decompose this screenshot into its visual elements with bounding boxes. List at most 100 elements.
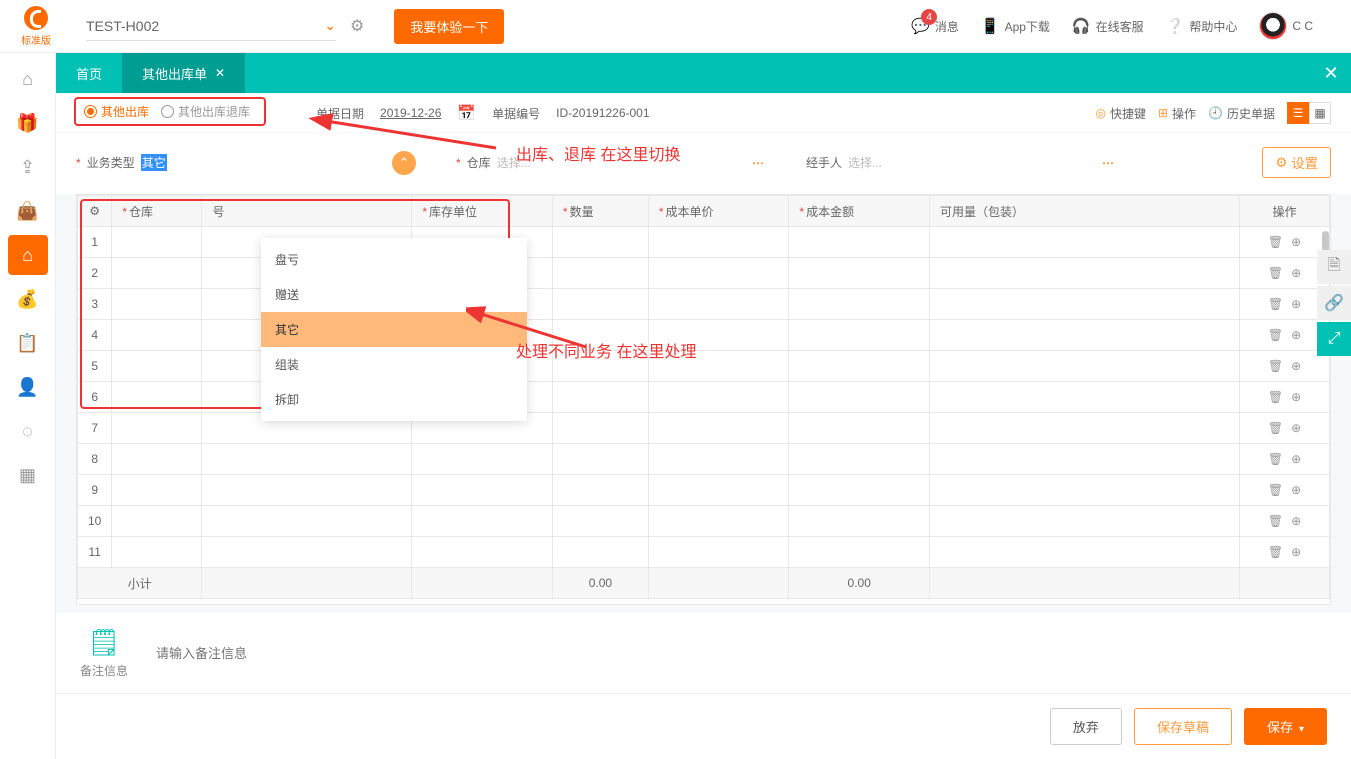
table-row[interactable]: 10🗑⊕ [78,506,1330,537]
copy-icon[interactable]: ⊕ [1291,297,1301,311]
col-ops: 操作 [1240,196,1330,227]
handler-label: 经手人 [806,154,842,171]
history-link[interactable]: 🕘历史单据 [1208,105,1275,122]
more-icon[interactable]: ⋯ [1102,156,1116,170]
nav-gift-icon[interactable]: 🎁 [8,103,48,143]
col-avail: 可用量（包装） [930,196,1240,227]
nav-money-icon[interactable]: 💰 [8,279,48,319]
delete-icon[interactable]: 🗑 [1268,421,1283,435]
delete-icon[interactable]: 🗑 [1268,328,1283,342]
copy-icon[interactable]: ⊕ [1291,328,1301,342]
view-list-icon[interactable]: ☰ [1287,102,1309,124]
docno-label: 单据编号 [492,105,540,122]
option-zuzhuang[interactable]: 组装 [261,347,527,382]
messages-link[interactable]: 💬 消息 4 [911,17,959,35]
col-amount: *成本金额 [789,196,930,227]
dock-expand-icon[interactable]: ⤢ [1317,322,1351,356]
nav-new-icon[interactable]: ▦ [8,455,48,495]
remark-input[interactable] [156,646,1327,661]
org-selector-value: TEST-H002 [86,18,159,34]
dock-note-icon[interactable]: 🗎 [1317,250,1351,284]
delete-icon[interactable]: 🗑 [1268,297,1283,311]
copy-icon[interactable]: ⊕ [1291,514,1301,528]
warehouse-placeholder: 选择... [497,154,746,171]
col-gear[interactable]: ⚙ [78,196,112,227]
app-download-link[interactable]: 📱 App下载 [981,17,1050,35]
copy-icon[interactable]: ⊕ [1291,483,1301,497]
copy-icon[interactable]: ⊕ [1291,390,1301,404]
nav-bag-icon[interactable]: 👜 [8,191,48,231]
option-qita[interactable]: 其它 [261,312,527,347]
delete-icon[interactable]: 🗑 [1268,452,1283,466]
view-grid-icon[interactable]: ▦ [1309,102,1331,124]
calendar-icon[interactable]: 📅 [457,104,476,122]
copy-icon[interactable]: ⊕ [1291,359,1301,373]
save-draft-button[interactable]: 保存草稿 [1134,708,1232,745]
delete-icon[interactable]: 🗑 [1268,483,1283,497]
radio-return[interactable]: 其他出库退库 [161,103,250,120]
option-zengsong[interactable]: 赠送 [261,277,527,312]
warehouse-field[interactable]: * 仓库 选择... ⋯ [456,154,766,171]
date-value[interactable]: 2019-12-26 [380,106,441,120]
subtotal-row: 小计 0.00 0.00 [78,568,1330,599]
shortcut-link[interactable]: ◎快捷键 [1095,105,1146,122]
row-ops: 🗑⊕ [1240,382,1330,413]
table-row[interactable]: 11🗑⊕ [78,537,1330,568]
nav-clipboard-icon[interactable]: 📋 [8,323,48,363]
copy-icon[interactable]: ⊕ [1291,421,1301,435]
help-link[interactable]: ❔ 帮助中心 [1166,17,1238,35]
copy-icon[interactable]: ⊕ [1291,452,1301,466]
gear-icon: ⚙ [1275,155,1287,171]
docno-value: ID-20191226-001 [556,106,649,120]
nav-sync-icon[interactable]: ◌ [8,411,48,451]
close-icon[interactable]: ✕ [215,66,225,80]
copy-icon[interactable]: ⊕ [1291,545,1301,559]
table-row[interactable]: 8 🗑 ⊕ [78,444,1330,475]
support-link[interactable]: 🎧 在线客服 [1072,17,1144,35]
radio-outbound[interactable]: 其他出库 [84,103,149,120]
gear-icon[interactable]: ⚙ [350,16,364,36]
option-pankui[interactable]: 盘亏 [261,242,527,277]
org-selector[interactable]: TEST-H002 ⌄ [86,11,336,41]
operate-link[interactable]: ⊞操作 [1158,105,1196,122]
remark-icon-block: 🗒 备注信息 [80,627,128,679]
nav-home-icon[interactable]: ⌂ [8,59,48,99]
tab-home[interactable]: 首页 [56,53,122,93]
try-button[interactable]: 我要体验一下 [394,9,504,44]
biztype-field[interactable]: * 业务类型 其它 ⌃ [76,151,416,175]
delete-icon[interactable]: 🗑 [1268,235,1283,249]
nav-contact-icon[interactable]: 👤 [8,367,48,407]
copy-icon[interactable]: ⊕ [1291,235,1301,249]
nav-warehouse-icon[interactable]: ⌂ [8,235,48,275]
logo-icon [24,6,48,30]
copy-icon[interactable]: ⊕ [1291,266,1301,280]
row-index: 8 [78,444,112,475]
user-menu[interactable]: C C [1259,12,1313,40]
settings-button[interactable]: ⚙ 设置 [1262,147,1331,178]
save-button[interactable]: 保存▾ [1244,708,1327,745]
tab-other-outbound[interactable]: 其他出库单 ✕ [122,53,245,93]
remark-title: 备注信息 [80,662,128,679]
delete-icon[interactable]: 🗑 [1268,514,1283,528]
row-index: 9 [78,475,112,506]
row-index: 5 [78,351,112,382]
delete-icon[interactable]: 🗑 [1268,266,1283,280]
discard-button[interactable]: 放弃 [1050,708,1122,745]
headset-icon: 🎧 [1072,17,1091,35]
logo: 标准版 [16,6,56,47]
delete-icon[interactable]: 🗑 [1268,359,1283,373]
col-suffix: 号 [202,196,412,227]
handler-field[interactable]: 经手人 选择... ⋯ [806,154,1116,171]
close-all-tabs[interactable]: ✕ [1311,53,1351,93]
table-row[interactable]: 9 🗑 ⊕ [78,475,1330,506]
delete-icon[interactable]: 🗑 [1268,545,1283,559]
biztype-value: 其它 [141,154,167,171]
option-chaixie[interactable]: 拆卸 [261,382,527,417]
chevron-up-icon[interactable]: ⌃ [392,151,416,175]
delete-icon[interactable]: 🗑 [1268,390,1283,404]
help-label: 帮助中心 [1189,18,1237,35]
nav-up-icon[interactable]: ⇪ [8,147,48,187]
dock-link-icon[interactable]: 🔗 [1317,286,1351,320]
chevron-down-icon: ⌄ [324,17,336,34]
more-icon[interactable]: ⋯ [752,156,766,170]
